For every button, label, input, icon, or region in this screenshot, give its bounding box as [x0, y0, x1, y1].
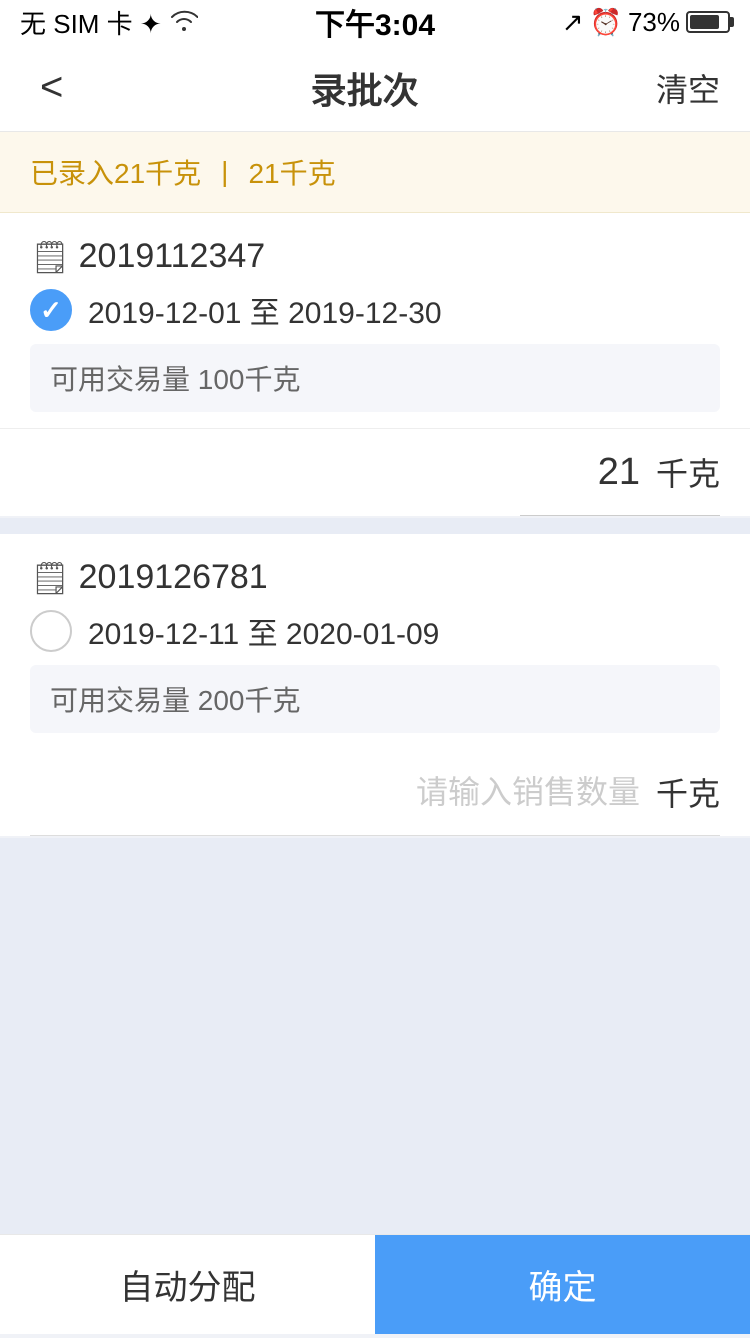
item-header-2: 🗒 2019126781	[0, 534, 750, 605]
summary-bar: 已录入21千克 | 21千克	[0, 132, 750, 213]
summary-value: 21千克	[248, 152, 335, 192]
location-icon: ↗	[562, 7, 584, 38]
item-id-1: 2019112347	[79, 237, 266, 276]
confirm-button[interactable]: 确定	[375, 1235, 750, 1334]
input-unit-2: 千克	[656, 769, 720, 815]
doc-icon-2: 🗒	[30, 559, 71, 597]
item-card-1: 🗒 2019112347 2019-12-01 至 2019-12-30 可用交…	[0, 213, 750, 516]
quantity-row-1: 21 千克	[0, 428, 750, 515]
quantity-value-1: 21	[598, 451, 640, 494]
battery-percent: 73%	[628, 7, 680, 38]
section-divider	[0, 518, 750, 534]
quantity-input-2[interactable]	[340, 774, 640, 811]
content: 🗒 2019112347 2019-12-01 至 2019-12-30 可用交…	[0, 213, 750, 1338]
nav-bar: < 录批次 清空	[0, 44, 750, 132]
item-date-row-1[interactable]: 2019-12-01 至 2019-12-30	[0, 284, 750, 344]
item-date-row-2[interactable]: 2019-12-11 至 2020-01-09	[0, 605, 750, 665]
quantity-unit-1: 千克	[656, 449, 720, 495]
item-id-2: 2019126781	[79, 558, 268, 597]
quantity-underline-1	[520, 515, 720, 516]
input-underline-2	[30, 835, 720, 836]
radio-btn-1[interactable]	[30, 289, 72, 331]
status-bar: 无 SIM 卡 ✦ 下午3:04 ↗ ⏰ 73%	[0, 0, 750, 44]
doc-icon-1: 🗒	[30, 238, 71, 276]
sim-label: 无 SIM 卡 ✦	[20, 4, 162, 41]
summary-divider: |	[221, 156, 228, 188]
item-availability-1: 可用交易量 100千克	[30, 344, 720, 412]
item-date-2: 2019-12-11 至 2020-01-09	[88, 609, 439, 653]
item-availability-2: 可用交易量 200千克	[30, 665, 720, 733]
status-bar-time: 下午3:04	[315, 0, 435, 44]
clear-button[interactable]: 清空	[656, 65, 720, 111]
radio-btn-2[interactable]	[30, 610, 72, 652]
bottom-bar: 自动分配 确定	[0, 1234, 750, 1334]
status-bar-left: 无 SIM 卡 ✦	[20, 4, 198, 41]
back-button[interactable]: <	[30, 55, 73, 120]
battery-icon	[686, 11, 730, 33]
alarm-icon: ⏰	[590, 7, 622, 38]
wifi-icon	[170, 7, 198, 38]
item-card-2: 🗒 2019126781 2019-12-11 至 2020-01-09 可用交…	[0, 534, 750, 836]
item-header-1: 🗒 2019112347	[0, 213, 750, 284]
page-title: 录批次	[311, 62, 419, 114]
auto-distribute-button[interactable]: 自动分配	[0, 1235, 375, 1334]
item-date-1: 2019-12-01 至 2019-12-30	[88, 288, 442, 332]
empty-area	[0, 838, 750, 1238]
status-bar-right: ↗ ⏰ 73%	[562, 7, 730, 38]
input-row-2: 千克	[0, 749, 750, 835]
summary-entered-label: 已录入21千克	[30, 152, 201, 192]
